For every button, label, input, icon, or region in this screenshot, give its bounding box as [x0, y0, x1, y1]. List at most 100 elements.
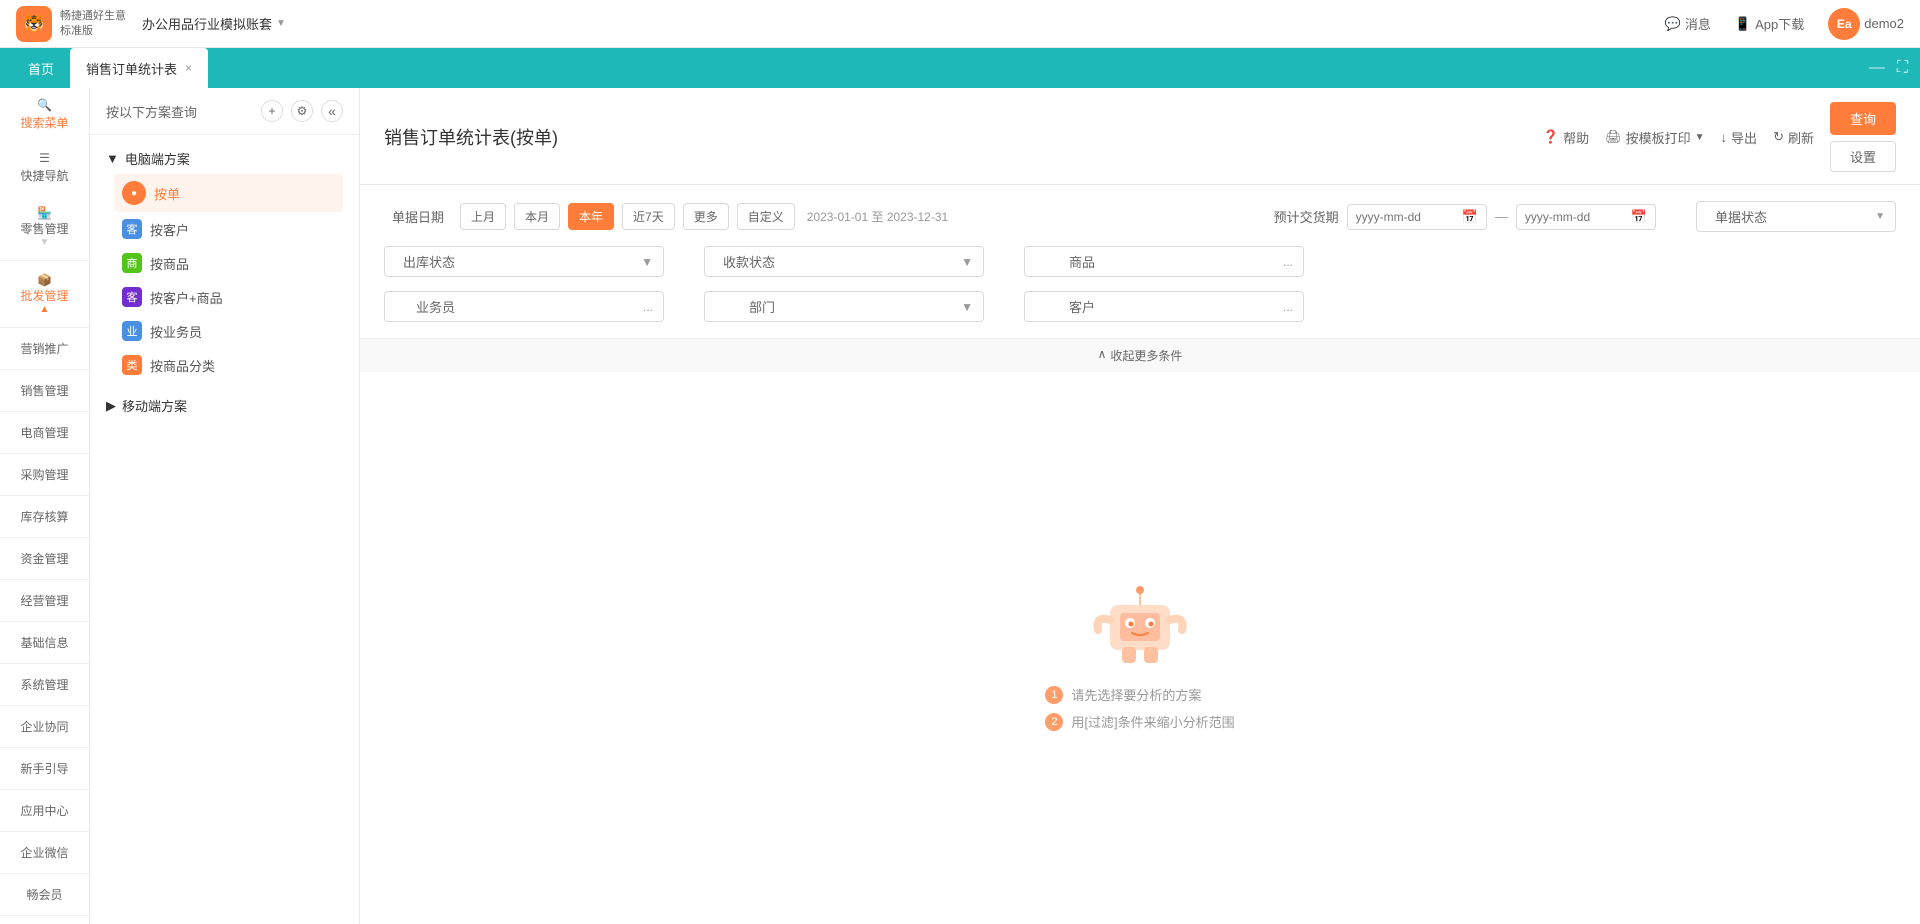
this-month-btn[interactable]: 本月 [514, 203, 560, 230]
sidebar-item-newbie[interactable]: 新手引导 [0, 748, 89, 790]
sidebar-search[interactable]: 🔍 搜索菜单 [0, 88, 89, 141]
sidebar-item-member[interactable]: 畅会员 [0, 874, 89, 916]
last7days-btn[interactable]: 近7天 [622, 203, 675, 230]
expected-date-from-input[interactable] [1356, 210, 1456, 224]
pc-scheme-title[interactable]: ▼ 电脑端方案 [106, 143, 343, 174]
scheme-item-by-order[interactable]: ● 按单 [114, 174, 343, 212]
user-initial: Ea [1837, 17, 1852, 31]
doc-status-select[interactable]: 单据状态 ▼ [1696, 201, 1896, 232]
home-tab-label: 首页 [28, 59, 54, 78]
scheme-item-by-customer-product[interactable]: 客 按客户+商品 [114, 280, 343, 314]
query-btn[interactable]: 查询 [1830, 102, 1896, 135]
sidebar-item-wholesale[interactable]: 📦 批发管理 ▲ [0, 261, 89, 328]
sidebar-management-label: 经营管理 [20, 592, 68, 609]
tab-sales-summary[interactable]: 销售订单统计表 × [70, 48, 208, 88]
export-btn[interactable]: ↓ 导出 [1721, 128, 1758, 147]
main-layout: 🔍 搜索菜单 ☰ 快捷导航 🏪 零售管理 ▼ 📦 批发管理 ▲ 营销推广 销售管… [0, 88, 1920, 924]
scheme-item-by-customer[interactable]: 客 按客户 [114, 212, 343, 246]
message-btn[interactable]: 💬 消息 [1665, 14, 1711, 33]
maximize-icon[interactable]: ⛶ [1897, 59, 1908, 77]
category-icon-text: 类 [127, 357, 138, 373]
ship-status-label: 出库状态 [395, 252, 455, 271]
staff-icon-text: 业 [127, 323, 138, 339]
doc-status-label: 单据状态 [1707, 207, 1767, 226]
logo-version: 标准版 [60, 24, 126, 38]
customer-product-scheme-icon: 客 [122, 287, 142, 307]
minimize-icon[interactable]: — [1869, 59, 1885, 77]
query-settings-group: 查询 设置 [1830, 102, 1896, 172]
hint-1-num: 1 [1045, 686, 1063, 704]
sidebar-item-sales[interactable]: 销售管理 [0, 370, 89, 412]
expected-date-to-input[interactable] [1525, 210, 1625, 224]
collapse-up-icon: ∧ [1098, 347, 1107, 364]
customer-select[interactable]: 客户 ... [1024, 291, 1304, 322]
category-scheme-label: 按商品分类 [150, 356, 215, 375]
expected-date-from[interactable]: 📅 [1347, 204, 1487, 230]
sidebar-item-marketing[interactable]: 营销推广 [0, 328, 89, 370]
tab-close-btn[interactable]: × [185, 61, 192, 75]
sidebar-item-system[interactable]: 系统管理 [0, 664, 89, 706]
retail-arrow-icon: ▼ [40, 237, 50, 248]
sidebar-item-inventory[interactable]: 库存核算 [0, 496, 89, 538]
edit-scheme-btn[interactable]: ⚙ [291, 100, 313, 122]
customer-product-icon-text: 客 [127, 289, 138, 305]
sidebar-item-collab[interactable]: 企业协同 [0, 706, 89, 748]
custom-date-btn[interactable]: 自定义 [737, 203, 795, 230]
page-header: 销售订单统计表(按单) ❓ 帮助 🖨 按模板打印 ▼ [360, 88, 1920, 185]
expected-date-to[interactable]: 📅 [1516, 204, 1656, 230]
workspace-selector[interactable]: 办公用品行业模拟账套 ▼ [142, 14, 286, 33]
sidebar-item-finance[interactable]: 资金管理 [0, 538, 89, 580]
ship-status-select[interactable]: 出库状态 ▼ [384, 246, 664, 277]
sidebar-item-purchase[interactable]: 采购管理 [0, 454, 89, 496]
product-select[interactable]: 商品 ... [1024, 246, 1304, 277]
page-title: 销售订单统计表(按单) [384, 124, 558, 150]
date-separator: — [1495, 209, 1508, 224]
sidebar-basic-label: 基础信息 [20, 634, 68, 651]
customer-scheme-icon: 客 [122, 219, 142, 239]
doc-status-arrow-icon: ▼ [1875, 211, 1885, 222]
staff-select[interactable]: 业务员 ... [384, 291, 664, 322]
sidebar-newbie-label: 新手引导 [20, 760, 68, 777]
scheme-item-by-staff[interactable]: 业 按业务员 [114, 314, 343, 348]
this-year-btn[interactable]: 本年 [568, 203, 614, 230]
tab-home[interactable]: 首页 [12, 48, 70, 88]
more-date-btn[interactable]: 更多 [683, 203, 729, 230]
product-scheme-label: 按商品 [150, 254, 189, 273]
sidebar-item-wechat[interactable]: 企业微信 [0, 832, 89, 874]
help-btn[interactable]: ❓ 帮助 [1543, 128, 1589, 147]
user-menu[interactable]: Ea demo2 [1828, 8, 1904, 40]
last-month-btn[interactable]: 上月 [460, 203, 506, 230]
add-scheme-btn[interactable]: + [261, 100, 283, 122]
sidebar-item-apps[interactable]: 应用中心 [0, 790, 89, 832]
refresh-btn[interactable]: ↻ 刷新 [1773, 128, 1814, 147]
print-label: 按模板打印 [1626, 128, 1691, 147]
collapse-panel-btn[interactable]: « [321, 100, 343, 122]
staff-label: 业务员 [395, 297, 455, 316]
app-download-btn[interactable]: 📱 App下载 [1735, 14, 1804, 33]
sidebar-system-label: 系统管理 [20, 676, 68, 693]
active-scheme-dot: ● [122, 181, 146, 205]
sidebar-item-retail[interactable]: 🏪 零售管理 ▼ [0, 194, 89, 261]
settings-btn[interactable]: 设置 [1830, 141, 1896, 172]
print-btn[interactable]: 🖨 按模板打印 ▼ [1605, 128, 1704, 147]
scheme-item-by-category[interactable]: 类 按商品分类 [114, 348, 343, 382]
sidebar-item-ecommerce[interactable]: 电商管理 [0, 412, 89, 454]
dept-select[interactable]: 部门 ▼ [704, 291, 984, 322]
top-right-actions: 💬 消息 📱 App下载 Ea demo2 [1665, 8, 1904, 40]
product-icon-text: 商 [127, 255, 138, 271]
sidebar-item-basic[interactable]: 基础信息 [0, 622, 89, 664]
collapse-label: 收起更多条件 [1110, 347, 1182, 364]
receive-status-select[interactable]: 收款状态 ▼ [704, 246, 984, 277]
wholesale-icon: 📦 [37, 273, 52, 287]
top-bar: 🐯 畅捷通好生意 标准版 办公用品行业模拟账套 ▼ 💬 消息 📱 App下载 E… [0, 0, 1920, 48]
sidebar-item-management[interactable]: 经营管理 [0, 580, 89, 622]
page-header-actions: ❓ 帮助 🖨 按模板打印 ▼ ↓ 导出 [1543, 102, 1896, 172]
mobile-scheme-title[interactable]: ▶ 移动端方案 [90, 390, 359, 421]
sidebar-quick-nav[interactable]: ☰ 快捷导航 [0, 141, 89, 194]
scheme-item-by-product[interactable]: 商 按商品 [114, 246, 343, 280]
avatar: Ea [1828, 8, 1860, 40]
empty-hint-1: 1 请先选择要分析的方案 [1045, 685, 1234, 704]
collapse-more-bar[interactable]: ∧ 收起更多条件 [360, 338, 1920, 372]
filter-area: 单据日期 上月 本月 本年 近7天 更多 自定义 2023-01-01 至 20… [360, 185, 1920, 338]
tab-bar: 首页 销售订单统计表 × — ⛶ [0, 48, 1920, 88]
